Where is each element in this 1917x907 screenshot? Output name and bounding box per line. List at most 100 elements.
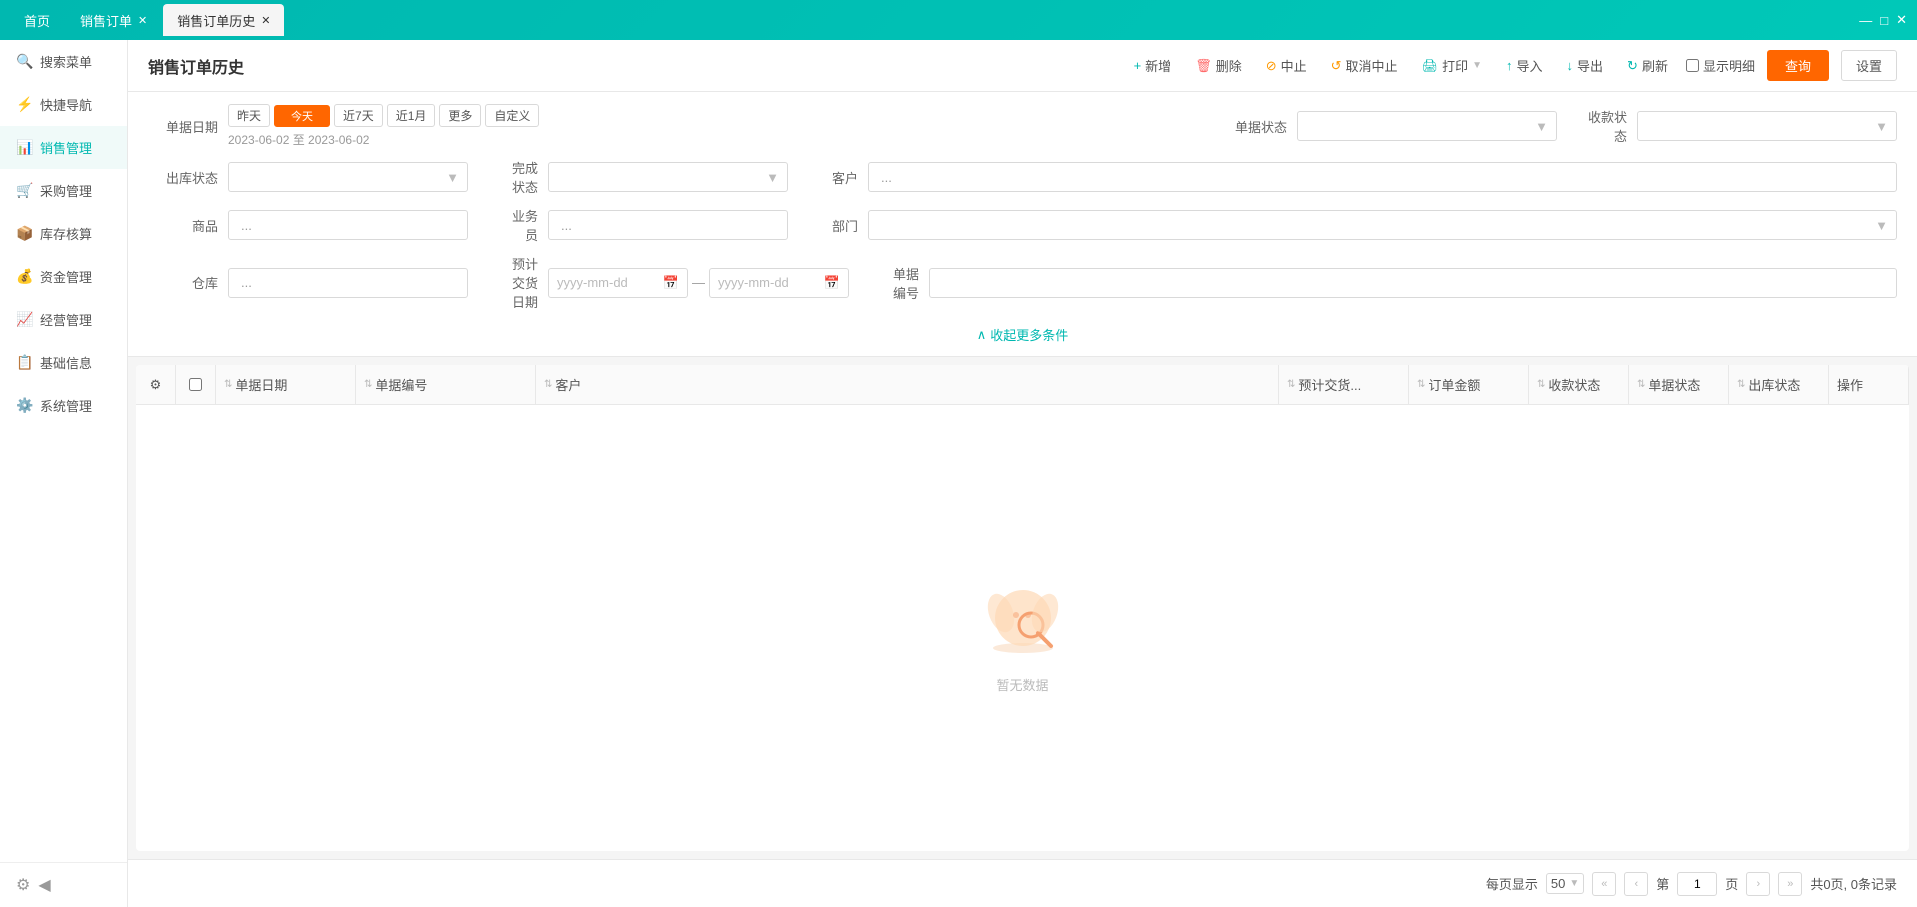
sidebar-bottom: ⚙ ◀: [0, 862, 127, 907]
delivery-date-from[interactable]: yyyy-mm-dd 📅: [548, 268, 688, 298]
tab-sales-order[interactable]: 销售订单 ✕: [66, 4, 161, 36]
pagination: 每页显示 50 ▼ « ‹ 第 页 › » 共0页, 0条记录: [128, 859, 1917, 907]
new-btn[interactable]: + 新增: [1128, 52, 1178, 79]
warehouse-ellipsis[interactable]: ...: [237, 275, 256, 290]
sidebar-item-basic-info[interactable]: 📋 基础信息: [0, 341, 127, 384]
sidebar-item-search-menu[interactable]: 🔍 搜索菜单: [0, 40, 127, 83]
sidebar-item-sales-mgmt-label: 销售管理: [40, 138, 92, 157]
table-header: ⚙ ⇅ 单据日期 ⇅ 单据编号 ⇅ 客户 ⇅: [136, 365, 1909, 405]
doc-status-arrow-icon: ▼: [1535, 119, 1548, 134]
complete-status-arrow-icon: ▼: [766, 170, 779, 185]
date-yesterday[interactable]: 昨天: [228, 104, 270, 127]
salesperson-ellipsis[interactable]: ...: [557, 218, 576, 233]
select-all-checkbox[interactable]: [189, 378, 202, 391]
page-size-value: 50: [1551, 876, 1565, 891]
settings-button[interactable]: 设置: [1841, 50, 1897, 81]
purchase-mgmt-icon: 🛒: [16, 182, 32, 199]
th-gear[interactable]: ⚙: [136, 365, 176, 404]
show-detail-checkbox[interactable]: 显示明细: [1686, 56, 1755, 75]
complete-status-select[interactable]: ▼: [548, 162, 788, 192]
import-icon: ↑: [1506, 58, 1513, 73]
gear-icon[interactable]: ⚙: [150, 377, 162, 393]
sidebar-item-purchase-mgmt[interactable]: 🛒 采购管理: [0, 169, 127, 212]
sidebar-item-system-mgmt[interactable]: ⚙️ 系统管理: [0, 384, 127, 427]
show-detail-input[interactable]: [1686, 59, 1699, 72]
print-icon: 🖨: [1422, 58, 1439, 74]
next-page-btn[interactable]: ›: [1746, 872, 1770, 896]
sort-delivery-icon[interactable]: ⇅: [1287, 379, 1295, 390]
sidebar-item-search-menu-label: 搜索菜单: [40, 52, 92, 71]
receipt-status-select[interactable]: ▼: [1637, 111, 1897, 141]
window-controls: — □ ✕: [1859, 12, 1907, 28]
maximize-btn[interactable]: □: [1880, 13, 1888, 28]
doc-number-label: 单据编号: [849, 264, 929, 302]
window-close-btn[interactable]: ✕: [1896, 12, 1907, 28]
toolbar: + 新增 🗑 删除 ⊘ 中止 ↺ 取消中止 🖨 打印: [1128, 50, 1897, 81]
department-select[interactable]: ▼: [868, 210, 1897, 240]
out-status-select[interactable]: ▼: [228, 162, 468, 192]
delivery-date-from-placeholder: yyyy-mm-dd: [557, 275, 628, 290]
th-out-status-label: 出库状态: [1748, 375, 1800, 394]
import-btn[interactable]: ↑ 导入: [1500, 52, 1549, 79]
sidebar-settings-icon[interactable]: ⚙: [16, 875, 30, 895]
sort-date-icon[interactable]: ⇅: [224, 379, 232, 390]
tab-sales-order-history-close[interactable]: ✕: [261, 14, 270, 27]
collapse-btn[interactable]: ∧ 收起更多条件: [148, 321, 1897, 344]
quick-nav-icon: ⚡: [16, 96, 32, 113]
product-input[interactable]: ...: [228, 210, 468, 240]
sort-out-icon[interactable]: ⇅: [1737, 379, 1745, 390]
print-btn[interactable]: 🖨 打印 ▼: [1416, 52, 1488, 79]
date-separator: —: [688, 275, 709, 290]
minimize-btn[interactable]: —: [1859, 13, 1872, 28]
export-btn[interactable]: ↓ 导出: [1561, 52, 1610, 79]
sidebar-item-operations-mgmt[interactable]: 📈 经营管理: [0, 298, 127, 341]
calendar-to-icon[interactable]: 📅: [824, 275, 840, 291]
cancel-stop-btn[interactable]: ↺ 取消中止: [1325, 52, 1404, 79]
delete-btn[interactable]: 🗑 删除: [1189, 52, 1248, 79]
th-action-label: 操作: [1837, 375, 1863, 394]
query-button[interactable]: 查询: [1767, 50, 1829, 81]
customer-ellipsis[interactable]: ...: [877, 170, 896, 185]
page-label: 第: [1656, 874, 1669, 893]
th-amount-label: 订单金额: [1428, 375, 1480, 394]
sort-pay-icon[interactable]: ⇅: [1537, 379, 1545, 390]
date-custom[interactable]: 自定义: [485, 104, 539, 127]
date-1month[interactable]: 近1月: [387, 104, 436, 127]
delivery-date-to[interactable]: yyyy-mm-dd 📅: [709, 268, 849, 298]
tab-sales-order-close[interactable]: ✕: [138, 14, 147, 27]
th-check[interactable]: [176, 365, 216, 404]
doc-status-select[interactable]: ▼: [1297, 111, 1557, 141]
sort-amount-icon[interactable]: ⇅: [1417, 379, 1425, 390]
page-number-input[interactable]: [1677, 872, 1717, 896]
refresh-icon: ↻: [1627, 58, 1638, 74]
calendar-from-icon[interactable]: 📅: [663, 275, 679, 291]
stop-icon: ⊘: [1266, 58, 1277, 74]
sidebar-item-capital-mgmt[interactable]: 💰 资金管理: [0, 255, 127, 298]
date-7days[interactable]: 近7天: [334, 104, 383, 127]
stop-btn[interactable]: ⊘ 中止: [1260, 52, 1313, 79]
sort-customer-icon[interactable]: ⇅: [544, 379, 552, 390]
refresh-btn[interactable]: ↻ 刷新: [1621, 52, 1674, 79]
date-more[interactable]: 更多: [439, 104, 481, 127]
tab-sales-order-history[interactable]: 销售订单历史 ✕: [163, 4, 284, 36]
customer-input[interactable]: ...: [868, 162, 1897, 192]
prev-page-btn[interactable]: ‹: [1624, 872, 1648, 896]
sidebar-item-inventory[interactable]: 📦 库存核算: [0, 212, 127, 255]
warehouse-input[interactable]: ...: [228, 268, 468, 298]
sidebar-item-quick-nav[interactable]: ⚡ 快捷导航: [0, 83, 127, 126]
sort-doc-icon[interactable]: ⇅: [1637, 379, 1645, 390]
product-ellipsis[interactable]: ...: [237, 218, 256, 233]
salesperson-input[interactable]: ...: [548, 210, 788, 240]
tab-home[interactable]: 首页: [10, 4, 64, 36]
export-btn-label: 导出: [1577, 56, 1603, 75]
first-page-btn[interactable]: «: [1592, 872, 1616, 896]
filter-row-1: 单据日期 昨天 今天 近7天 近1月 更多 自定义 2023-06-02 至 2…: [148, 104, 1897, 148]
show-detail-label: 显示明细: [1703, 56, 1755, 75]
sort-docnum-icon[interactable]: ⇅: [364, 379, 372, 390]
last-page-btn[interactable]: »: [1778, 872, 1802, 896]
sidebar-item-sales-mgmt[interactable]: 📊 销售管理: [0, 126, 127, 169]
sidebar-collapse-icon[interactable]: ◀: [38, 875, 50, 895]
page-size-select[interactable]: 50 ▼: [1546, 873, 1584, 894]
doc-number-input[interactable]: [929, 268, 1897, 298]
date-today[interactable]: 今天: [274, 105, 330, 127]
